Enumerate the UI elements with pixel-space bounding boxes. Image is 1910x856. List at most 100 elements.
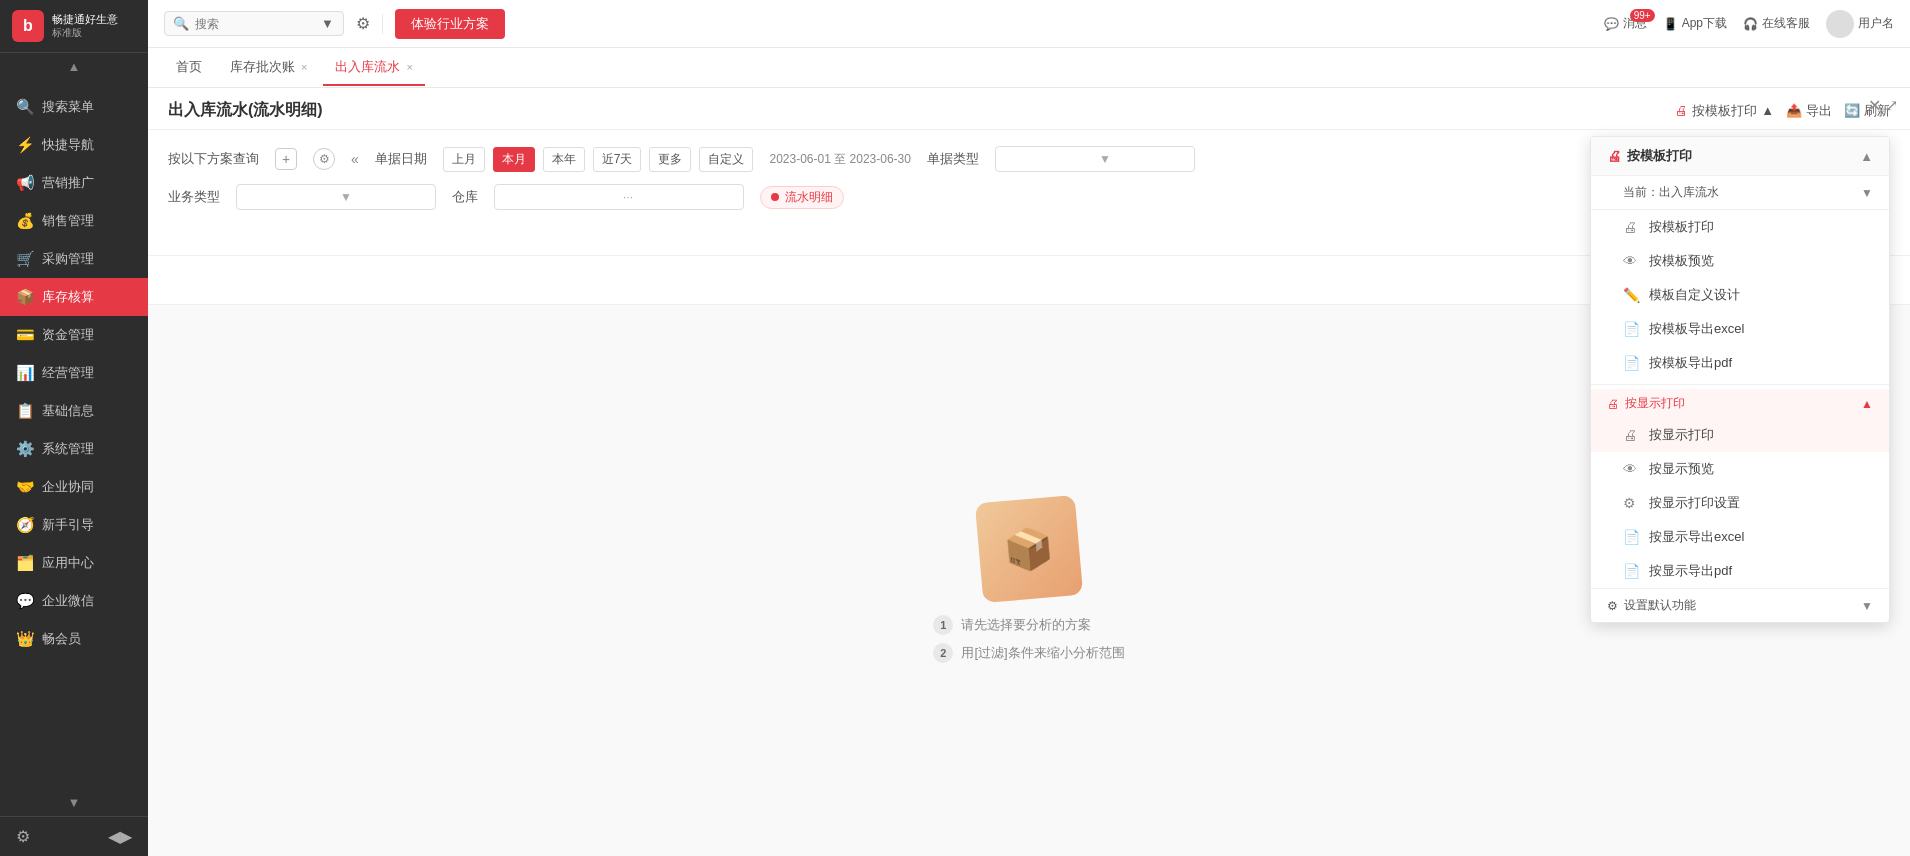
sidebar-scroll-up[interactable]: ▲ xyxy=(0,53,148,80)
sidebar-item-guide[interactable]: 🧭 新手引导 xyxy=(0,506,148,544)
sidebar-item-operation[interactable]: 📊 经营管理 xyxy=(0,354,148,392)
sidebar-label-purchase: 采购管理 xyxy=(42,250,94,268)
sidebar-item-sales[interactable]: 💰 销售管理 xyxy=(0,202,148,240)
dropdown-display-section[interactable]: 🖨 按显示打印 ▲ xyxy=(1591,389,1889,418)
filter-tag-label: 流水明细 xyxy=(785,189,833,206)
empty-steps: 1 请先选择要分析的方案 2 用[过滤]条件来缩小分析范围 xyxy=(933,615,1124,663)
search-input[interactable] xyxy=(195,17,315,31)
tab-home[interactable]: 首页 xyxy=(164,50,214,86)
sidebar-logo: b 畅捷通好生意 标准版 xyxy=(0,0,148,53)
sidebar-label-system: 系统管理 xyxy=(42,440,94,458)
sidebar-item-wechat[interactable]: 💬 企业微信 xyxy=(0,582,148,620)
tab-bar: 首页库存批次账×出入库流水× xyxy=(148,48,1910,88)
display-section-label: 按显示打印 xyxy=(1625,395,1685,412)
dropdown-item-display-settings[interactable]: ⚙ 按显示打印设置 xyxy=(1591,486,1889,520)
maximize-window-btn[interactable]: ⤢ xyxy=(1885,96,1898,115)
dropdown-item-template-preview[interactable]: 👁 按模板预览 xyxy=(1591,244,1889,278)
print-btn[interactable]: 🖨 按模板打印 ▲ xyxy=(1675,102,1774,120)
sidebar-item-marketing[interactable]: 📢 营销推广 xyxy=(0,164,148,202)
sidebar-scroll-down[interactable]: ▼ xyxy=(0,789,148,816)
date-range-text: 2023-06-01 至 2023-06-30 xyxy=(769,151,910,168)
tab-flow[interactable]: 出入库流水× xyxy=(323,50,424,86)
sidebar-label-sales: 销售管理 xyxy=(42,212,94,230)
sidebar-item-vip[interactable]: 👑 畅会员 xyxy=(0,620,148,658)
date-btn-上月[interactable]: 上月 xyxy=(443,147,485,172)
sidebar-item-finance[interactable]: 💳 资金管理 xyxy=(0,316,148,354)
type-dropdown[interactable]: ▼ xyxy=(995,146,1195,172)
logo-icon: b xyxy=(12,10,44,42)
sidebar-label-shortcut: 快捷导航 xyxy=(42,136,94,154)
dropdown-item-template-custom[interactable]: ✏️ 模板自定义设计 xyxy=(1591,278,1889,312)
sales-icon: 💰 xyxy=(16,212,34,230)
marketing-icon: 📢 xyxy=(16,174,34,192)
industry-btn[interactable]: 体验行业方案 xyxy=(395,9,505,39)
messages-btn[interactable]: 💬 消息 99+ xyxy=(1604,15,1647,32)
app-download-label: App下载 xyxy=(1682,15,1727,32)
date-btn-自定义[interactable]: 自定义 xyxy=(699,147,753,172)
topbar-divider xyxy=(382,14,383,34)
dropdown-item-template-excel[interactable]: 📄 按模板导出excel xyxy=(1591,312,1889,346)
filter-tag[interactable]: 流水明细 xyxy=(760,186,844,209)
dropdown-item-template-pdf[interactable]: 📄 按模板导出pdf xyxy=(1591,346,1889,380)
inventory-icon: 📦 xyxy=(16,288,34,306)
settings-icon[interactable]: ⚙ xyxy=(16,827,30,846)
date-btn-本月[interactable]: 本月 xyxy=(493,147,535,172)
sidebar-item-inventory[interactable]: 📦 库存核算 xyxy=(0,278,148,316)
dropdown-item-display-pdf[interactable]: 📄 按显示导出pdf xyxy=(1591,554,1889,588)
sidebar-item-collab[interactable]: 🤝 企业协同 xyxy=(0,468,148,506)
warehouse-more-icon: ··· xyxy=(623,190,733,204)
template-pdf-label: 按模板导出pdf xyxy=(1649,354,1732,372)
sidebar-item-search[interactable]: 🔍 搜索菜单 xyxy=(0,88,148,126)
display-section-icon: 🖨 xyxy=(1607,397,1619,411)
display-pdf-icon: 📄 xyxy=(1623,563,1641,579)
print-dropdown-overlay: 🖨 按模板打印 ▲ 当前：出入库流水 ▼ 🖨 按模板打印 👁 按模板预览 ✏️ … xyxy=(1590,136,1890,623)
sidebar-item-purchase[interactable]: 🛒 采购管理 xyxy=(0,240,148,278)
export-btn[interactable]: 📤 导出 xyxy=(1786,102,1832,120)
date-btn-本年[interactable]: 本年 xyxy=(543,147,585,172)
empty-step-2: 2 用[过滤]条件来缩小分析范围 xyxy=(933,643,1124,663)
step-num-2: 2 xyxy=(933,643,953,663)
topbar-search-box[interactable]: 🔍 ▼ xyxy=(164,11,344,36)
date-btn-近7天[interactable]: 近7天 xyxy=(593,147,642,172)
filter-collapse-icon[interactable]: « xyxy=(351,151,359,167)
close-window-btn[interactable]: ✕ xyxy=(1868,96,1881,115)
date-btn-更多[interactable]: 更多 xyxy=(649,147,691,172)
online-service-btn[interactable]: 🎧 在线客服 xyxy=(1743,15,1810,32)
appstore-icon: 🗂️ xyxy=(16,554,34,572)
display-settings-label: 按显示打印设置 xyxy=(1649,494,1740,512)
sidebar-item-basic[interactable]: 📋 基础信息 xyxy=(0,392,148,430)
sidebar-item-system[interactable]: ⚙️ 系统管理 xyxy=(0,430,148,468)
collab-icon: 🤝 xyxy=(16,478,34,496)
dropdown-item-display-print[interactable]: 🖨 按显示打印 xyxy=(1591,418,1889,452)
tab-close-batch[interactable]: × xyxy=(301,61,307,73)
print-arrow-icon: ▲ xyxy=(1761,103,1774,118)
template-custom-icon: ✏️ xyxy=(1623,287,1641,303)
dropdown-item-display-excel[interactable]: 📄 按显示导出excel xyxy=(1591,520,1889,554)
collapse-sidebar-icon[interactable]: ◀▶ xyxy=(108,827,132,846)
filter-type-label: 单据类型 xyxy=(927,150,979,168)
dropdown-close-arrow[interactable]: ▲ xyxy=(1860,149,1873,164)
warehouse-dropdown[interactable]: ··· xyxy=(494,184,744,210)
tab-close-flow[interactable]: × xyxy=(406,61,412,73)
topbar-right: 💬 消息 99+ 📱 App下载 🎧 在线客服 用户名 xyxy=(1604,10,1894,38)
app-download-btn[interactable]: 📱 App下载 xyxy=(1663,15,1727,32)
user-avatar[interactable]: 用户名 xyxy=(1826,10,1894,38)
date-filter: 上月本月本年近7天更多自定义 xyxy=(443,147,754,172)
topbar-gear-icon[interactable]: ⚙ xyxy=(356,14,370,33)
business-type-dropdown[interactable]: ▼ xyxy=(236,184,436,210)
page-header: 出入库流水(流水明细) 🖨 按模板打印 ▲ 📤 导出 🔄 刷新 xyxy=(148,88,1910,130)
filter-setting-btn[interactable]: ⚙ xyxy=(313,148,335,170)
export-icon: 📤 xyxy=(1786,103,1802,118)
template-print-label: 按模板打印 xyxy=(1649,218,1714,236)
dropdown-item-template-print[interactable]: 🖨 按模板打印 xyxy=(1591,210,1889,244)
dropdown-item-display-preview[interactable]: 👁 按显示预览 xyxy=(1591,452,1889,486)
search-dropdown-icon[interactable]: ▼ xyxy=(321,16,334,31)
page-title: 出入库流水(流水明细) xyxy=(168,100,323,121)
sidebar-item-shortcut[interactable]: ⚡ 快捷导航 xyxy=(0,126,148,164)
sidebar-item-appstore[interactable]: 🗂️ 应用中心 xyxy=(0,544,148,582)
dropdown-footer[interactable]: ⚙ 设置默认功能 ▼ xyxy=(1591,588,1889,622)
filter-add-btn[interactable]: + xyxy=(275,148,297,170)
dropdown-divider xyxy=(1591,384,1889,385)
tab-batch[interactable]: 库存批次账× xyxy=(218,50,319,86)
print-icon: 🖨 xyxy=(1675,103,1688,118)
